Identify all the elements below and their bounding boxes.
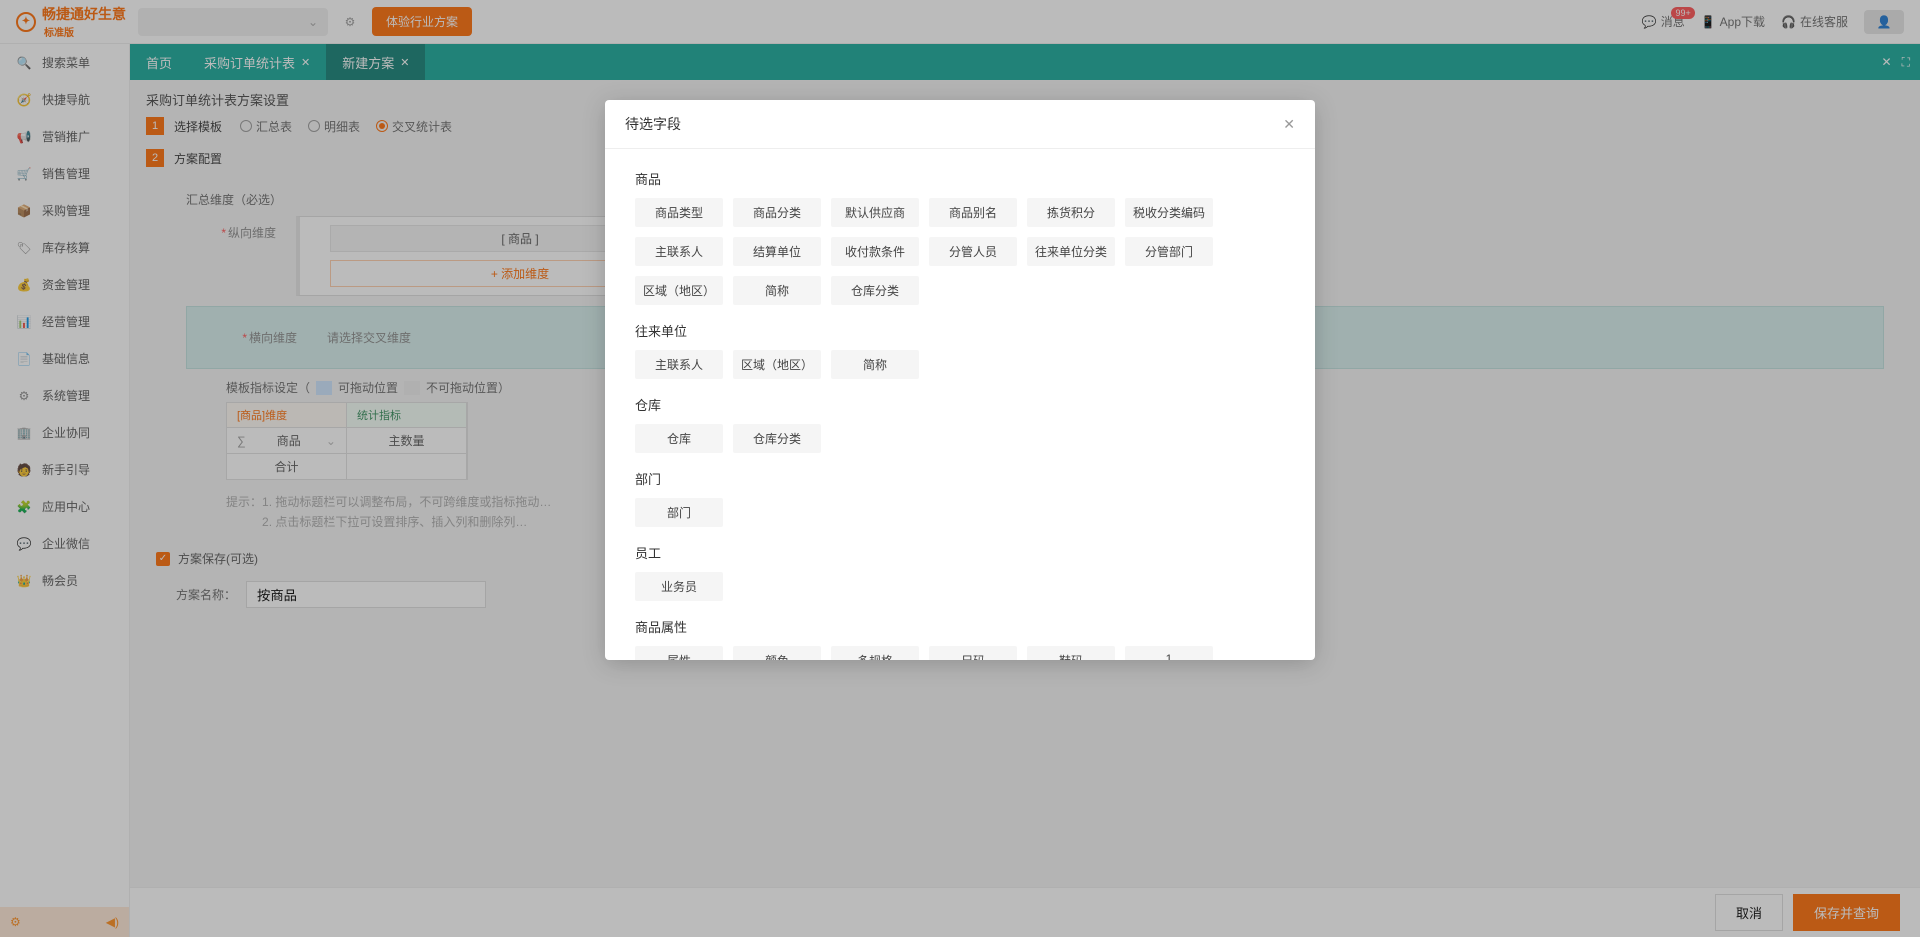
field-chip[interactable]: 区域（地区） <box>733 350 821 379</box>
field-chip[interactable]: 商品分类 <box>733 198 821 227</box>
dialog-title: 待选字段 <box>625 114 681 134</box>
field-chip[interactable]: 简称 <box>733 276 821 305</box>
field-chip[interactable]: 商品类型 <box>635 198 723 227</box>
field-chip[interactable]: 鞋码 <box>1027 646 1115 660</box>
field-chip[interactable]: 多规格 <box>831 646 919 660</box>
field-chip[interactable]: 区域（地区） <box>635 276 723 305</box>
field-chip[interactable]: 属性 <box>635 646 723 660</box>
field-chip[interactable]: 结算单位 <box>733 237 821 266</box>
field-chip[interactable]: 主联系人 <box>635 350 723 379</box>
field-chip[interactable]: 尺码 <box>929 646 1017 660</box>
field-chip[interactable]: 颜色 <box>733 646 821 660</box>
field-group-title-3: 部门 <box>635 469 1285 488</box>
field-group-title-5: 商品属性 <box>635 617 1285 636</box>
field-chip[interactable]: 默认供应商 <box>831 198 919 227</box>
field-group-title-2: 仓库 <box>635 395 1285 414</box>
field-chip[interactable]: 仓库 <box>635 424 723 453</box>
field-chip[interactable]: 分管人员 <box>929 237 1017 266</box>
field-group-title-1: 往来单位 <box>635 321 1285 340</box>
field-chip[interactable]: 仓库分类 <box>733 424 821 453</box>
field-chip[interactable]: 分管部门 <box>1125 237 1213 266</box>
field-chip[interactable]: 部门 <box>635 498 723 527</box>
field-chip[interactable]: 税收分类编码 <box>1125 198 1213 227</box>
field-selector-dialog: 待选字段 ✕ 商品商品类型商品分类默认供应商商品别名拣货积分税收分类编码主联系人… <box>605 100 1315 660</box>
field-chip[interactable]: 主联系人 <box>635 237 723 266</box>
field-group-title-4: 员工 <box>635 543 1285 562</box>
field-chip[interactable]: 1 <box>1125 646 1213 660</box>
field-group-title-0: 商品 <box>635 169 1285 188</box>
field-chip[interactable]: 收付款条件 <box>831 237 919 266</box>
dialog-close-button[interactable]: ✕ <box>1283 116 1295 133</box>
field-chip[interactable]: 往来单位分类 <box>1027 237 1115 266</box>
field-chip[interactable]: 简称 <box>831 350 919 379</box>
field-chip[interactable]: 拣货积分 <box>1027 198 1115 227</box>
field-chip[interactable]: 仓库分类 <box>831 276 919 305</box>
field-chip[interactable]: 业务员 <box>635 572 723 601</box>
field-chip[interactable]: 商品别名 <box>929 198 1017 227</box>
